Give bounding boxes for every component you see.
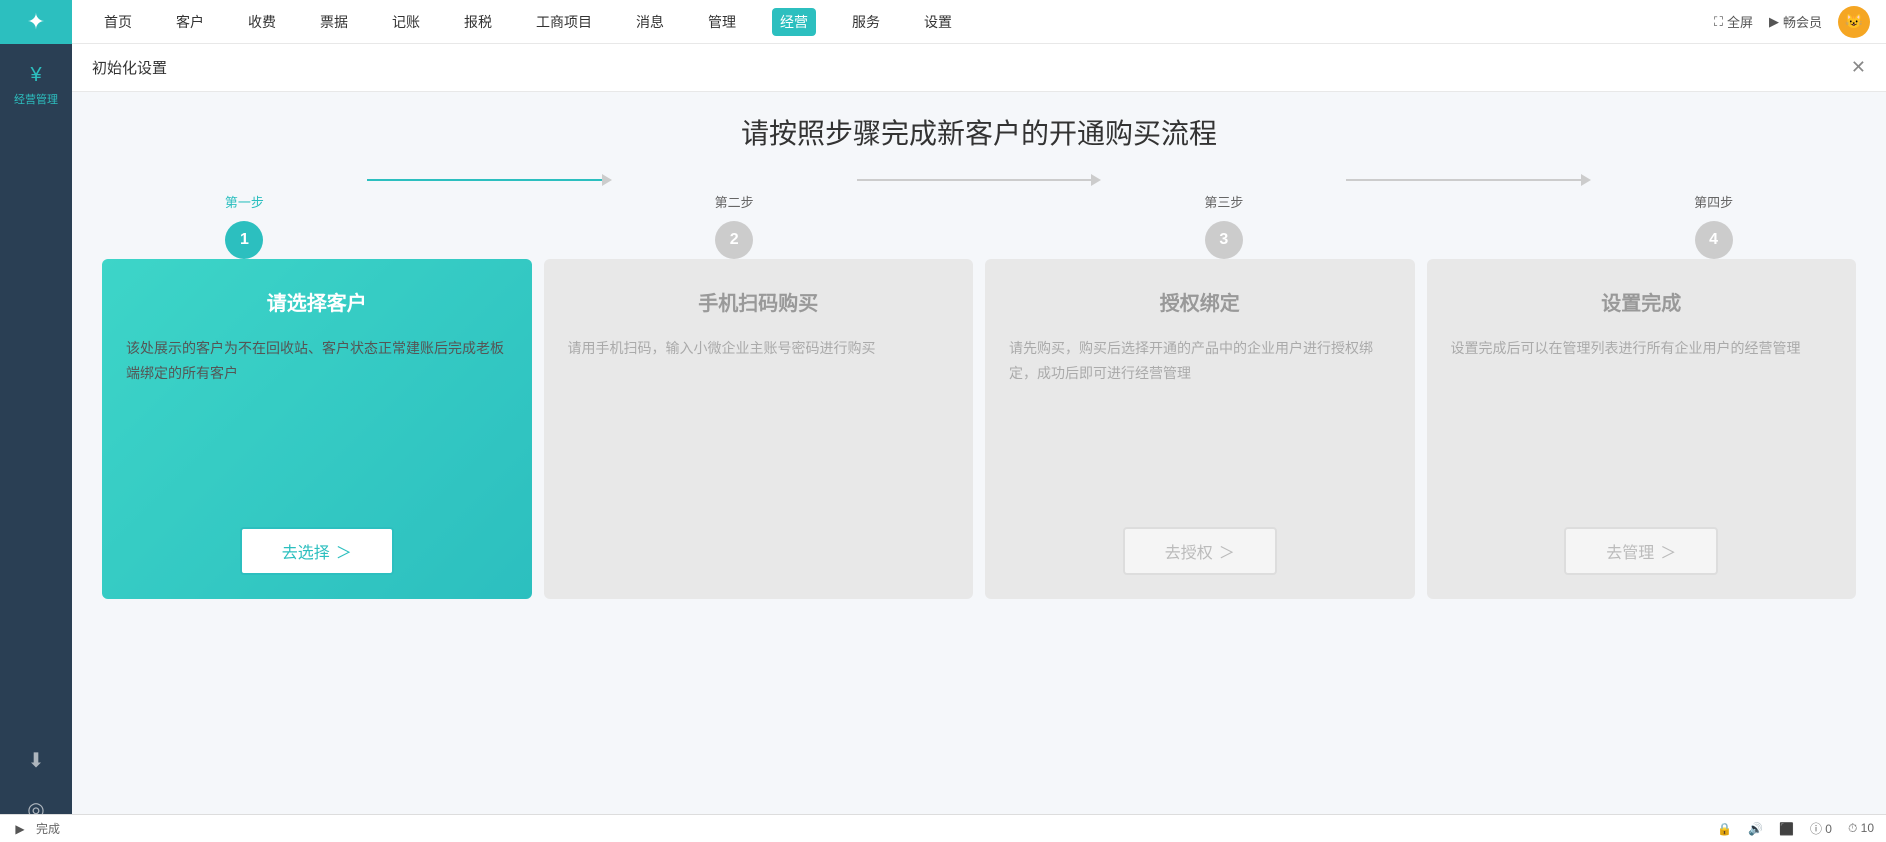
- sidebar-item-operation[interactable]: ¥ 经营管理: [0, 54, 72, 117]
- card-4: 设置完成 设置完成后可以在管理列表进行所有企业用户的经营管理 去管理 ＞: [1427, 259, 1857, 599]
- go-select-button[interactable]: 去选择 ＞: [240, 527, 394, 575]
- go-manage-arrow: ＞: [1660, 539, 1676, 563]
- step-label-2: 第二步: [715, 192, 754, 211]
- step-label-1: 第一步: [225, 192, 264, 211]
- go-authorize-arrow: ＞: [1219, 539, 1235, 563]
- go-select-arrow: ＞: [336, 539, 352, 563]
- yuan-icon: ¥: [30, 64, 41, 87]
- steps-row: 第一步 1 第二步 2 第三步 3: [102, 192, 1856, 259]
- step-col-2: 第二步 2: [612, 192, 857, 259]
- nav-items: 首页 客户 收费 票据 记账 报税 工商项目 消息 管理 经营 服务 设置: [96, 8, 960, 36]
- card-title-2: 手机扫码购买: [568, 287, 950, 316]
- nav-home[interactable]: 首页: [96, 8, 140, 36]
- nav-tax[interactable]: 报税: [456, 8, 500, 36]
- nav-business[interactable]: 工商项目: [528, 8, 600, 36]
- go-manage-button[interactable]: 去管理 ＞: [1564, 527, 1718, 575]
- h-line-1: [367, 179, 602, 181]
- card-3: 授权绑定 请先购买，购买后选择开通的产品中的企业用户进行授权绑定，成功后即可进行…: [985, 259, 1415, 599]
- nav-customer[interactable]: 客户: [168, 8, 212, 36]
- step-label-4: 第四步: [1694, 192, 1733, 211]
- step-circle-3: 3: [1205, 221, 1243, 259]
- card-desc-1: 该处展示的客户为不在回收站、客户状态正常建账后完成老板端绑定的所有客户: [126, 336, 508, 503]
- step-circle-4: 4: [1695, 221, 1733, 259]
- member-btn[interactable]: ▶ 畅会员: [1769, 12, 1822, 31]
- card-title-4: 设置完成: [1451, 287, 1833, 316]
- connector-2-3: [857, 174, 1102, 186]
- nav-fee[interactable]: 收费: [240, 8, 284, 36]
- nav-right: ⛶ 全屏 ▶ 畅会员 😺: [1714, 6, 1870, 38]
- logo-icon: ✦: [27, 9, 45, 35]
- card-title-1: 请选择客户: [126, 287, 508, 316]
- nav-service[interactable]: 服务: [844, 8, 888, 36]
- nav-accounting[interactable]: 记账: [384, 8, 428, 36]
- step-label-3: 第三步: [1204, 192, 1243, 211]
- avatar[interactable]: 😺: [1838, 6, 1870, 38]
- lock-icon: 🔒: [1717, 822, 1732, 836]
- card-2: 手机扫码购买 请用手机扫码，输入小微企业主账号密码进行购买: [544, 259, 974, 599]
- connector-1-2: [367, 174, 612, 186]
- fullscreen-icon: ⛶: [1714, 14, 1723, 30]
- step-circle-1: 1: [225, 221, 263, 259]
- nav-manage[interactable]: 管理: [700, 8, 744, 36]
- status-left: ▶ 完成: [12, 820, 60, 837]
- arrow-2: [1091, 174, 1101, 186]
- top-navigation: ✦ 首页 客户 收费 票据 记账 报税 工商项目 消息 管理 经营 服务 设置 …: [0, 0, 1886, 44]
- sidebar: ¥ 经营管理 ⬇ ◎: [0, 44, 72, 842]
- content-area: 请按照步骤完成新客户的开通购买流程 第一步 1 第二步 2: [72, 92, 1886, 842]
- go-select-label: 去选择: [282, 539, 330, 563]
- main-content: 初始化设置 ✕ 请按照步骤完成新客户的开通购买流程 第一步 1 第二步 2: [72, 44, 1886, 842]
- step-col-1: 第一步 1: [122, 192, 367, 259]
- connector-3-4: [1346, 174, 1591, 186]
- nav-settings[interactable]: 设置: [916, 8, 960, 36]
- close-button[interactable]: ✕: [1851, 57, 1866, 78]
- go-authorize-label: 去授权: [1165, 539, 1213, 563]
- arrow-3: [1581, 174, 1591, 186]
- timer-icon: ⏱ 10: [1848, 821, 1874, 836]
- card-1: 请选择客户 该处展示的客户为不在回收站、客户状态正常建账后完成老板端绑定的所有客…: [102, 259, 532, 599]
- nav-operation[interactable]: 经营: [772, 8, 816, 36]
- flow-title: 请按照步骤完成新客户的开通购买流程: [102, 112, 1856, 152]
- step-col-3: 第三步 3: [1101, 192, 1346, 259]
- card-desc-2: 请用手机扫码，输入小微企业主账号密码进行购买: [568, 336, 950, 575]
- step-circle-2: 2: [715, 221, 753, 259]
- page-header: 初始化设置 ✕: [72, 44, 1886, 92]
- status-right: 🔒 🔊 ⬛ ⓘ 0 ⏱ 10: [1717, 820, 1874, 837]
- h-line-2: [857, 179, 1092, 181]
- page-title: 初始化设置: [92, 57, 167, 78]
- card-title-3: 授权绑定: [1009, 287, 1391, 316]
- play-button[interactable]: ▶: [12, 821, 28, 837]
- card-desc-3: 请先购买，购买后选择开通的产品中的企业用户进行授权绑定，成功后即可进行经营管理: [1009, 336, 1391, 503]
- arrow-1: [602, 174, 612, 186]
- download-icon: ⬇: [28, 748, 45, 773]
- nav-invoice[interactable]: 票据: [312, 8, 356, 36]
- go-manage-label: 去管理: [1606, 539, 1654, 563]
- fullscreen-btn[interactable]: ⛶ 全屏: [1714, 12, 1753, 31]
- status-bar: ▶ 完成 🔒 🔊 ⬛ ⓘ 0 ⏱ 10: [0, 814, 1886, 842]
- go-authorize-button[interactable]: 去授权 ＞: [1123, 527, 1277, 575]
- cards-row: 请选择客户 该处展示的客户为不在回收站、客户状态正常建账后完成老板端绑定的所有客…: [102, 259, 1856, 599]
- member-icon: ▶: [1769, 14, 1779, 30]
- card-desc-4: 设置完成后可以在管理列表进行所有企业用户的经营管理: [1451, 336, 1833, 503]
- volume-icon: 🔊: [1748, 822, 1763, 836]
- nav-message[interactable]: 消息: [628, 8, 672, 36]
- h-line-3: [1346, 179, 1581, 181]
- status-text: 完成: [36, 820, 60, 837]
- step-col-4: 第四步 4: [1591, 192, 1836, 259]
- logo: ✦: [0, 0, 72, 44]
- sidebar-download[interactable]: ⬇: [0, 738, 72, 783]
- screen-icon: ⬛: [1779, 822, 1794, 836]
- info-icon: ⓘ 0: [1810, 820, 1832, 837]
- sidebar-item-label: 经营管理: [14, 91, 58, 107]
